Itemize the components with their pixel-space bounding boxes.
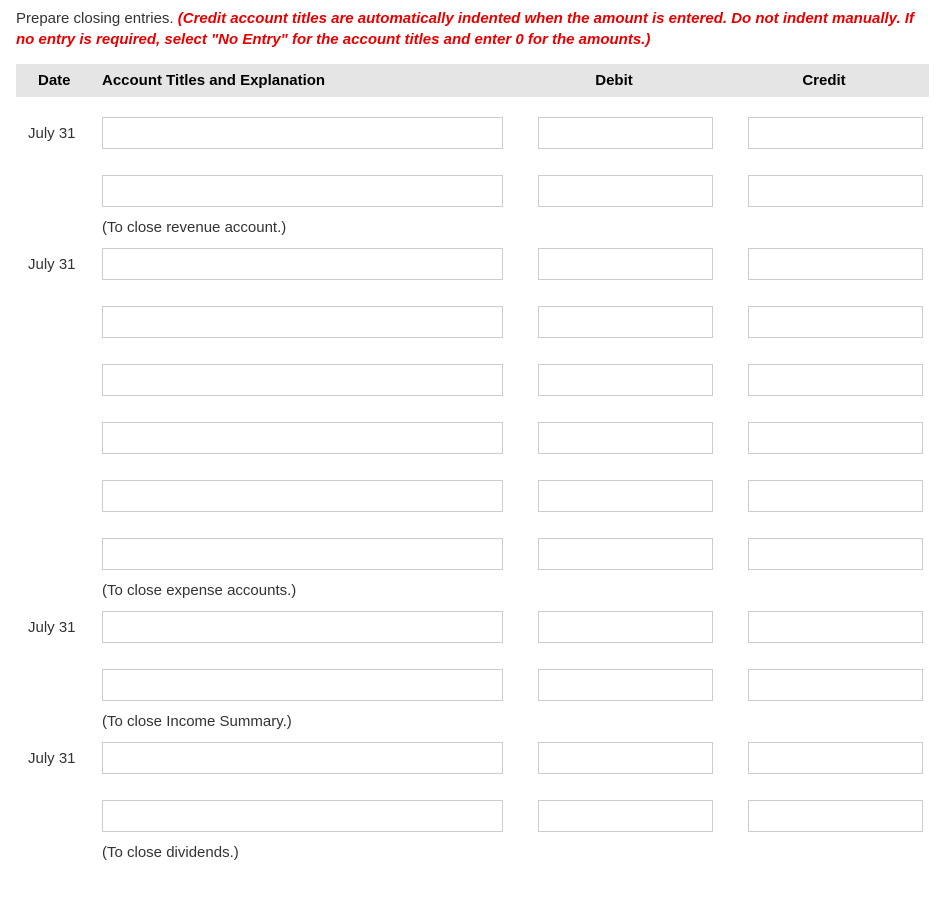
- account-input[interactable]: [102, 480, 503, 512]
- credit-input[interactable]: [748, 800, 923, 832]
- credit-input[interactable]: [748, 248, 923, 280]
- credit-input[interactable]: [748, 480, 923, 512]
- credit-input[interactable]: [748, 742, 923, 774]
- header-date: Date: [16, 64, 96, 97]
- header-debit: Debit: [509, 64, 719, 97]
- date-cell: July 31: [16, 242, 96, 286]
- debit-input[interactable]: [538, 306, 713, 338]
- explanation-text: (To close Income Summary.): [96, 707, 929, 736]
- debit-input[interactable]: [538, 364, 713, 396]
- credit-input[interactable]: [748, 669, 923, 701]
- debit-input[interactable]: [538, 422, 713, 454]
- account-input[interactable]: [102, 175, 503, 207]
- debit-input[interactable]: [538, 175, 713, 207]
- account-input[interactable]: [102, 742, 503, 774]
- table-row: [16, 474, 929, 518]
- journal-table: Date Account Titles and Explanation Debi…: [16, 64, 929, 867]
- debit-input[interactable]: [538, 248, 713, 280]
- credit-input[interactable]: [748, 364, 923, 396]
- header-account: Account Titles and Explanation: [96, 64, 509, 97]
- table-row: July 31: [16, 111, 929, 155]
- explanation-text: (To close revenue account.): [96, 213, 929, 242]
- account-input[interactable]: [102, 248, 503, 280]
- credit-input[interactable]: [748, 117, 923, 149]
- credit-input[interactable]: [748, 175, 923, 207]
- table-row: [16, 794, 929, 838]
- credit-input[interactable]: [748, 611, 923, 643]
- table-row: [16, 532, 929, 576]
- header-row: Date Account Titles and Explanation Debi…: [16, 64, 929, 97]
- table-row: July 31: [16, 605, 929, 649]
- table-row: July 31: [16, 242, 929, 286]
- account-input[interactable]: [102, 117, 503, 149]
- account-input[interactable]: [102, 538, 503, 570]
- account-input[interactable]: [102, 800, 503, 832]
- explanation-row: (To close dividends.): [16, 838, 929, 867]
- credit-input[interactable]: [748, 306, 923, 338]
- account-input[interactable]: [102, 364, 503, 396]
- account-input[interactable]: [102, 611, 503, 643]
- table-row: [16, 300, 929, 344]
- table-row: [16, 169, 929, 213]
- account-input[interactable]: [102, 669, 503, 701]
- credit-input[interactable]: [748, 538, 923, 570]
- header-credit: Credit: [719, 64, 929, 97]
- debit-input[interactable]: [538, 800, 713, 832]
- account-input[interactable]: [102, 422, 503, 454]
- date-cell: July 31: [16, 111, 96, 155]
- table-row: [16, 663, 929, 707]
- explanation-text: (To close expense accounts.): [96, 576, 929, 605]
- debit-input[interactable]: [538, 117, 713, 149]
- instruction-text: Prepare closing entries. (Credit account…: [16, 8, 929, 50]
- explanation-text: (To close dividends.): [96, 838, 929, 867]
- debit-input[interactable]: [538, 742, 713, 774]
- debit-input[interactable]: [538, 611, 713, 643]
- explanation-row: (To close Income Summary.): [16, 707, 929, 736]
- table-row: [16, 416, 929, 460]
- debit-input[interactable]: [538, 669, 713, 701]
- instruction-prefix: Prepare closing entries.: [16, 10, 178, 27]
- table-row: July 31: [16, 736, 929, 780]
- date-cell: July 31: [16, 605, 96, 649]
- date-cell: July 31: [16, 736, 96, 780]
- table-row: [16, 358, 929, 402]
- account-input[interactable]: [102, 306, 503, 338]
- credit-input[interactable]: [748, 422, 923, 454]
- debit-input[interactable]: [538, 480, 713, 512]
- explanation-row: (To close expense accounts.): [16, 576, 929, 605]
- debit-input[interactable]: [538, 538, 713, 570]
- explanation-row: (To close revenue account.): [16, 213, 929, 242]
